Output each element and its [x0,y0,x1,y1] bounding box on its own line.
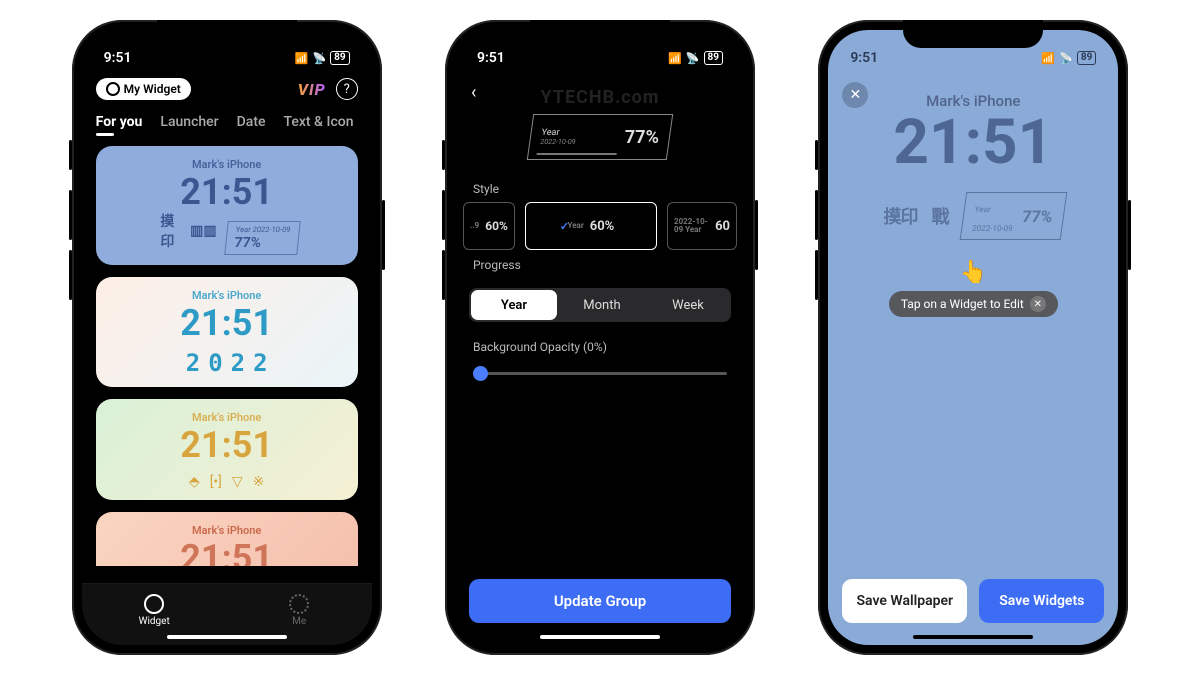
opacity-slider[interactable] [455,360,745,379]
wifi-icon: 📡 [1059,52,1073,65]
close-icon: ✕ [849,87,861,103]
wifi-icon: 📡 [686,52,700,65]
notch [530,20,670,48]
status-time: 9:51 [477,50,505,66]
widget-list[interactable]: Mark's iPhone 21:51 摸印 ▥▥ Year 2022-10-0… [82,136,372,566]
home-indicator[interactable] [540,635,660,639]
widget-card-peach[interactable]: Mark's iPhone 21:51 [96,512,358,566]
card-owner: Mark's iPhone [110,158,344,171]
segment-month[interactable]: Month [559,288,645,322]
glyph-icon: 摸印 [154,221,180,241]
lockscreen-clock[interactable]: 21:51 [828,112,1118,174]
save-wallpaper-button[interactable]: Save Wallpaper [842,579,967,623]
screen-widget-gallery: 9:51 📶 📡 89 My Widget VIP ? For you Laun… [82,30,372,645]
me-icon [289,594,309,614]
my-widget-chip[interactable]: My Widget [96,78,191,100]
style-option-1[interactable]: ..960% [463,202,515,250]
phone-frame-a: 9:51 📶 📡 89 My Widget VIP ? For you Laun… [72,20,382,655]
battery-icon: 89 [330,51,349,65]
phone-frame-b: 9:51 📶 📡 89 ‹ YTECHB.com Year 2022-10-09… [445,20,755,655]
icon: ⬘ [189,474,200,490]
icon: [•] [210,474,222,490]
tab-for-you[interactable]: For you [96,114,143,130]
notch [157,20,297,48]
year-segmented: 2 0 2 2 [110,349,344,377]
signal-icon: 📶 [1041,52,1055,65]
tab-launcher[interactable]: Launcher [160,114,218,130]
vip-badge[interactable]: VIP [298,80,326,99]
tab-date[interactable]: Date [237,114,266,130]
widget-row[interactable]: 摸印 戰 Year2022-10-09 77% [828,192,1118,240]
signal-icon: 📶 [295,52,309,65]
card-clock: 21:51 [110,539,344,566]
status-time: 9:51 [850,50,878,66]
card-owner: Mark's iPhone [110,524,344,537]
year-progress-widget[interactable]: Year2022-10-09 77% [959,192,1066,240]
widget-glyph-1[interactable]: 摸印 [884,203,918,229]
opacity-label: Background Opacity (0%) [455,332,745,360]
widget-preview: Year 2022-10-09 77% [527,114,673,160]
card-owner: Mark's iPhone [110,411,344,424]
widget-card-cream[interactable]: Mark's iPhone 21:51 2 0 2 2 [96,277,358,388]
screen-lockscreen-editor: 9:51 📶 📡 89 ✕ Mark's iPhone 21:51 摸印 戰 Y… [828,30,1118,645]
segment-year[interactable]: Year [471,290,557,320]
style-option-2[interactable]: Year60% [525,202,657,250]
progress-segment: Year Month Week [469,288,731,322]
icon: ※ [253,474,265,490]
style-options: ..960% Year60% 2022-10-09 Year60 [455,202,745,250]
watermark: YTECHB.com [455,87,745,108]
my-widget-label: My Widget [124,82,181,96]
battery-icon: 89 [704,51,723,65]
card-clock: 21:51 [110,173,344,213]
status-time: 9:51 [104,50,132,66]
widget-card-green[interactable]: Mark's iPhone 21:51 ⬘ [•] ▽ ※ [96,399,358,500]
screen-widget-editor: 9:51 📶 📡 89 ‹ YTECHB.com Year 2022-10-09… [455,30,745,645]
tab-text-icon[interactable]: Text & Icon [284,114,354,130]
progress-label: Progress [455,250,745,278]
preview-percent: 77% [625,127,659,148]
pointer-icon: 👆 [828,260,1118,285]
segment-week[interactable]: Week [645,288,731,322]
category-tabs: For you Launcher Date Text & Icon [82,104,372,136]
icon-row: ⬘ [•] ▽ ※ [110,474,344,490]
nav-me[interactable]: Me [227,594,372,627]
style-label: Style [455,174,745,202]
home-indicator[interactable] [913,635,1033,639]
slider-thumb[interactable] [473,366,488,381]
battery-icon: 89 [1077,51,1096,65]
update-group-button[interactable]: Update Group [469,579,731,623]
chevron-left-icon: ‹ [471,82,476,103]
save-widgets-button[interactable]: Save Widgets [979,579,1104,623]
wifi-icon: 📡 [312,52,326,65]
style-option-3[interactable]: 2022-10-09 Year60 [667,202,737,250]
nav-widget[interactable]: Widget [82,594,227,627]
widget-card-blue[interactable]: Mark's iPhone 21:51 摸印 ▥▥ Year 2022-10-0… [96,146,358,265]
glyph-icon: ▥▥ [190,221,216,241]
card-clock: 21:51 [110,426,344,466]
bottom-actions: Save Wallpaper Save Widgets [842,579,1104,623]
phone-frame-c: 9:51 📶 📡 89 ✕ Mark's iPhone 21:51 摸印 戰 Y… [818,20,1128,655]
card-owner: Mark's iPhone [110,289,344,302]
tip-label: Tap on a Widget to Edit [901,297,1024,311]
widget-icon [144,594,164,614]
icon: ▽ [232,474,243,490]
year-progress-hud: Year 2022-10-09 77% [225,221,301,255]
notch [903,20,1043,48]
widget-glyph-2[interactable]: 戰 [932,203,949,229]
card-clock: 21:51 [110,304,344,344]
edit-tip: Tap on a Widget to Edit ✕ [889,291,1058,317]
home-indicator[interactable] [167,635,287,639]
signal-icon: 📶 [668,52,682,65]
tip-close-icon[interactable]: ✕ [1030,296,1046,312]
help-icon[interactable]: ? [336,78,358,100]
